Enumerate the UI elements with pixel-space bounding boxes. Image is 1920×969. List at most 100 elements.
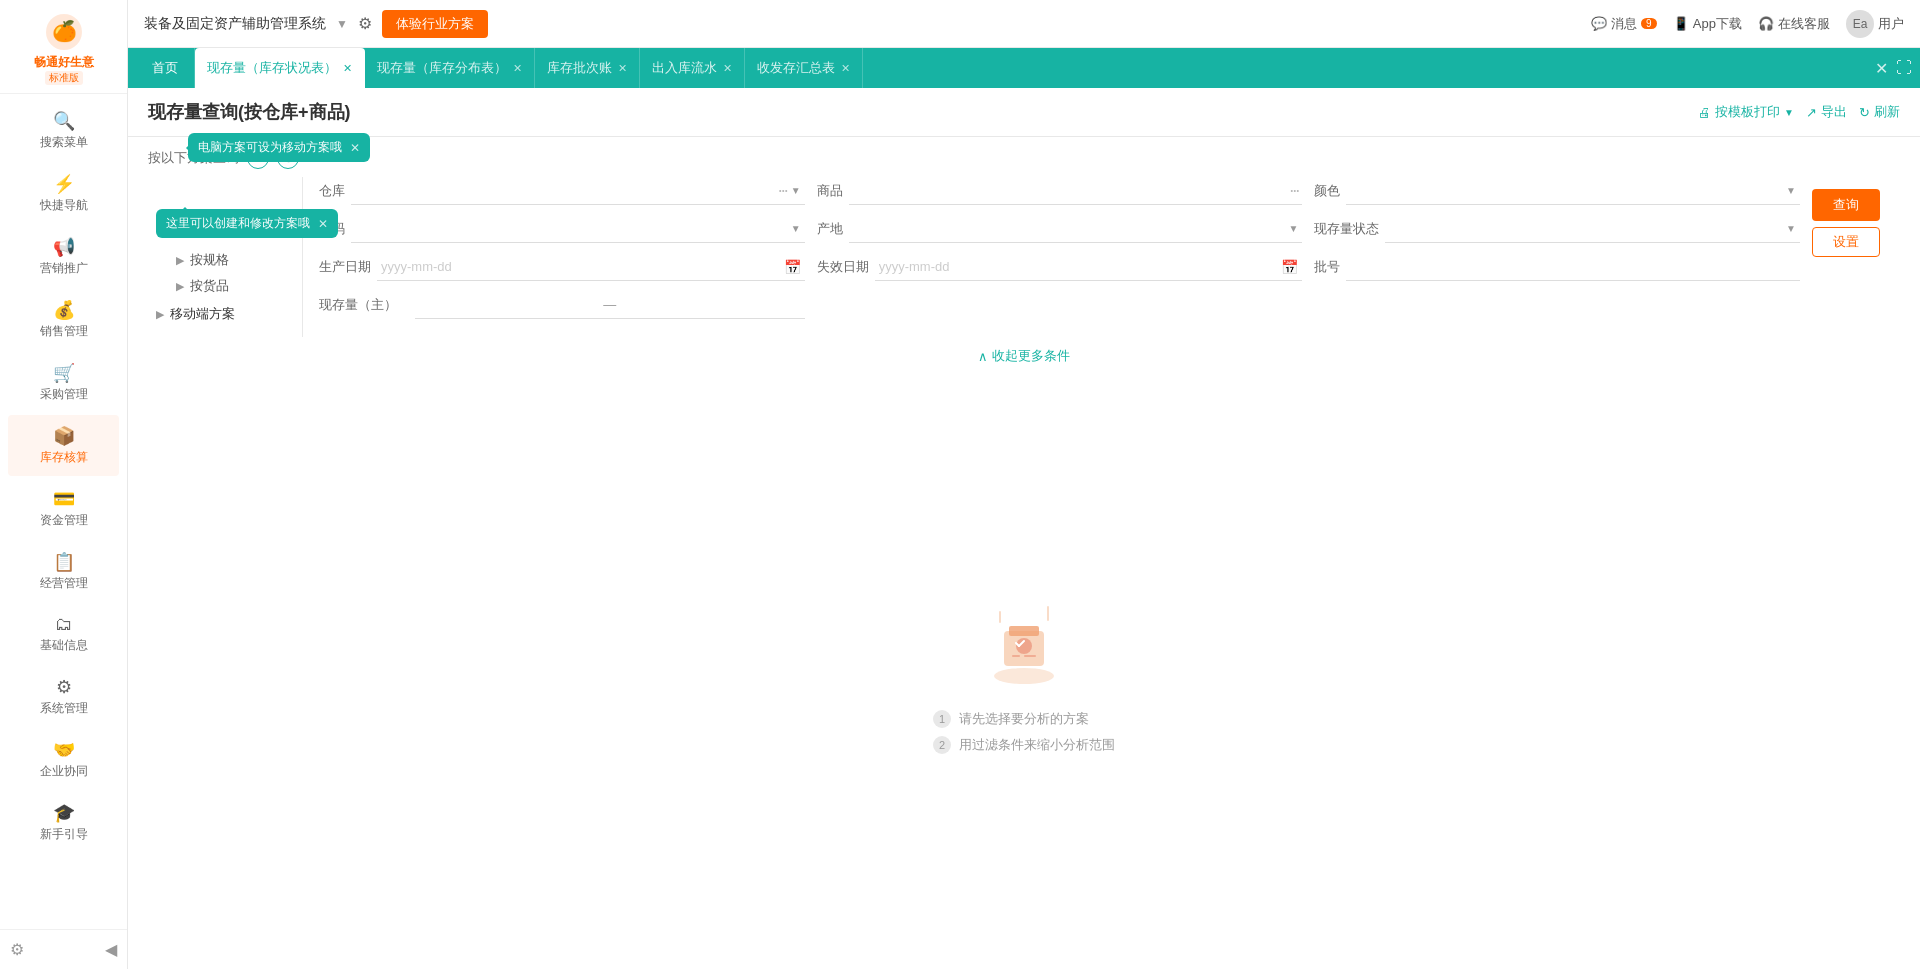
tab-inout-flow[interactable]: 出入库流水 ✕: [640, 48, 745, 88]
mobile-scheme-item[interactable]: ▶ 移动端方案: [148, 299, 302, 329]
sidebar-item-search[interactable]: 🔍 搜索菜单: [8, 100, 119, 161]
prod-date-start-input[interactable]: [381, 259, 780, 274]
tab-close-inventory-status[interactable]: ✕: [343, 62, 352, 75]
handshake-icon: 🤝: [53, 739, 75, 761]
settings-footer-icon[interactable]: ⚙: [10, 940, 24, 959]
pc-scheme-child-1[interactable]: ▶ 按规格: [168, 247, 302, 273]
fullscreen-btn[interactable]: ⛶: [1896, 59, 1912, 77]
scheme-panel: 这里可以创建和修改方案哦 ✕ ▼ 电脑端方案 ▶ 按规格: [148, 177, 303, 337]
search-icon: 🔍: [53, 110, 75, 132]
tab-collect-summary[interactable]: 收发存汇总表 ✕: [745, 48, 863, 88]
notification-btn[interactable]: 💬 消息 9: [1591, 15, 1657, 33]
tab-close-inventory-dist[interactable]: ✕: [513, 62, 522, 75]
tab-close-collect-summary[interactable]: ✕: [841, 62, 850, 75]
user-menu-btn[interactable]: Ea 用户: [1846, 10, 1904, 38]
field-prod-date: 生产日期 📅: [319, 253, 805, 281]
user-avatar: Ea: [1846, 10, 1874, 38]
warehouse-select[interactable]: ··· ▼: [351, 177, 805, 205]
sidebar-item-quicknav[interactable]: ⚡ 快捷导航: [8, 163, 119, 224]
system-dropdown-btn[interactable]: ▼: [336, 17, 348, 31]
sidebar-item-operations[interactable]: 📋 经营管理: [8, 541, 119, 602]
notification-icon: 💬: [1591, 16, 1607, 31]
search-btn[interactable]: 查询: [1812, 189, 1880, 221]
tab-home[interactable]: 首页: [136, 48, 195, 88]
tab-close-inout-flow[interactable]: ✕: [723, 62, 732, 75]
stock-qty-max-input[interactable]: [624, 297, 800, 312]
page-header: 现存量查询(按仓库+商品) 🖨 按模板打印 ▼ ↗ 导出 ↻ 刷新: [128, 88, 1920, 137]
sidebar-item-marketing[interactable]: 📢 营销推广: [8, 226, 119, 287]
origin-select[interactable]: ▼: [849, 215, 1303, 243]
sidebar-item-inventory[interactable]: 📦 库存核算: [8, 415, 119, 476]
warehouse-more-icon: ···: [778, 180, 787, 201]
header-settings-icon[interactable]: ⚙: [358, 14, 372, 33]
tab-inventory-dist[interactable]: 现存量（库存分布表） ✕: [365, 48, 535, 88]
field-stock-status: 现存量状态 ▼: [1314, 215, 1800, 243]
sidebar-item-finance[interactable]: 💳 资金管理: [8, 478, 119, 539]
search-btn-group: 查询 设置: [1800, 177, 1900, 337]
stock-qty-min-input[interactable]: [419, 297, 595, 312]
prod-date-control[interactable]: 📅: [377, 253, 805, 281]
empty-svg: [974, 591, 1074, 691]
expire-date-control[interactable]: 📅: [875, 253, 1303, 281]
page-title: 现存量查询(按仓库+商品): [148, 100, 351, 124]
tooltip1-close-btn[interactable]: ✕: [350, 141, 360, 155]
card-icon: 💳: [53, 488, 75, 510]
export-btn[interactable]: ↗ 导出: [1806, 103, 1847, 121]
lightning-icon: ⚡: [53, 173, 75, 195]
header-right: 💬 消息 9 📱 App下载 🎧 在线客服 Ea 用户: [1591, 10, 1904, 38]
print-btn[interactable]: 🖨 按模板打印 ▼: [1698, 103, 1794, 121]
tab-inventory-status[interactable]: 现存量（库存状况表） ✕: [195, 48, 365, 88]
header-left: 装备及固定资产辅助管理系统 ▼ ⚙ 体验行业方案: [144, 10, 488, 38]
pc-scheme-child-2[interactable]: ▶ 按货品: [168, 273, 302, 299]
folder-icon: 🗂: [55, 614, 73, 635]
color-select[interactable]: ▼: [1346, 177, 1800, 205]
empty-hint-2: 2 用过滤条件来缩小分析范围: [933, 736, 1115, 754]
refresh-btn[interactable]: ↻ 刷新: [1859, 103, 1900, 121]
mobile-scheme-arrow: ▶: [156, 308, 164, 321]
color-chevron-icon: ▼: [1786, 185, 1796, 196]
batch-no-control[interactable]: [1346, 253, 1800, 281]
goods-select[interactable]: ···: [849, 177, 1303, 205]
app-logo-icon: 🍊: [44, 12, 84, 52]
close-all-tabs-btn[interactable]: ✕: [1875, 59, 1888, 78]
sidebar-item-sales[interactable]: 💰 销售管理: [8, 289, 119, 350]
filter-row-4: 现存量（主） —: [319, 291, 1800, 319]
expire-date-cal-icon[interactable]: 📅: [1281, 259, 1298, 275]
system-name: 装备及固定资产辅助管理系统: [144, 15, 326, 33]
goods-more-icon: ···: [1289, 180, 1298, 201]
empty-state: 1 请先选择要分析的方案 2 用过滤条件来缩小分析范围: [128, 375, 1920, 969]
prod-date-cal-icon[interactable]: 📅: [784, 259, 801, 275]
filter-header-row: 按以下方案查询 ＋ ↻ « 电脑方案可设为移动方案哦 ✕: [128, 137, 1920, 169]
empty-illustration: [974, 591, 1074, 694]
sidebar-item-system[interactable]: ⚙ 系统管理: [8, 666, 119, 727]
create-tooltip: 这里可以创建和修改方案哦 ✕: [156, 209, 338, 238]
stock-status-select[interactable]: ▼: [1385, 215, 1800, 243]
sidebar-item-guide[interactable]: 🎓 新手引导: [8, 792, 119, 853]
online-support-btn[interactable]: 🎧 在线客服: [1758, 15, 1830, 33]
mobile-scheme-group: ▶ 移动端方案: [148, 299, 302, 329]
app-download-btn[interactable]: 📱 App下载: [1673, 15, 1742, 33]
collapse-bar[interactable]: ∧ 收起更多条件: [128, 337, 1920, 375]
notification-badge: 9: [1641, 18, 1657, 29]
clipboard-icon: 📋: [53, 551, 75, 573]
child2-arrow: ▶: [176, 280, 184, 293]
stock-qty-control[interactable]: —: [415, 291, 805, 319]
tooltip2-close-btn[interactable]: ✕: [318, 217, 328, 231]
gear-icon: ⚙: [56, 676, 72, 698]
batch-no-input[interactable]: [1350, 259, 1796, 274]
sidebar-item-basic[interactable]: 🗂 基础信息: [8, 604, 119, 664]
field-color: 颜色 ▼: [1314, 177, 1800, 205]
sidebar-item-enterprise[interactable]: 🤝 企业协同: [8, 729, 119, 790]
tab-close-batch-ledger[interactable]: ✕: [618, 62, 627, 75]
sidebar-item-purchase[interactable]: 🛒 采购管理: [8, 352, 119, 413]
field-stock-qty: 现存量（主） —: [319, 291, 805, 319]
size-select[interactable]: ▼: [351, 215, 805, 243]
tab-batch-ledger[interactable]: 库存批次账 ✕: [535, 48, 640, 88]
expire-date-start-input[interactable]: [879, 259, 1278, 274]
app-name: 畅通好生意: [34, 54, 94, 71]
speaker-icon: 📢: [53, 236, 75, 258]
svg-rect-9: [1024, 655, 1036, 657]
settings-btn[interactable]: 设置: [1812, 227, 1880, 257]
collapse-sidebar-btn[interactable]: ◀: [105, 940, 117, 959]
industry-btn[interactable]: 体验行业方案: [382, 10, 488, 38]
